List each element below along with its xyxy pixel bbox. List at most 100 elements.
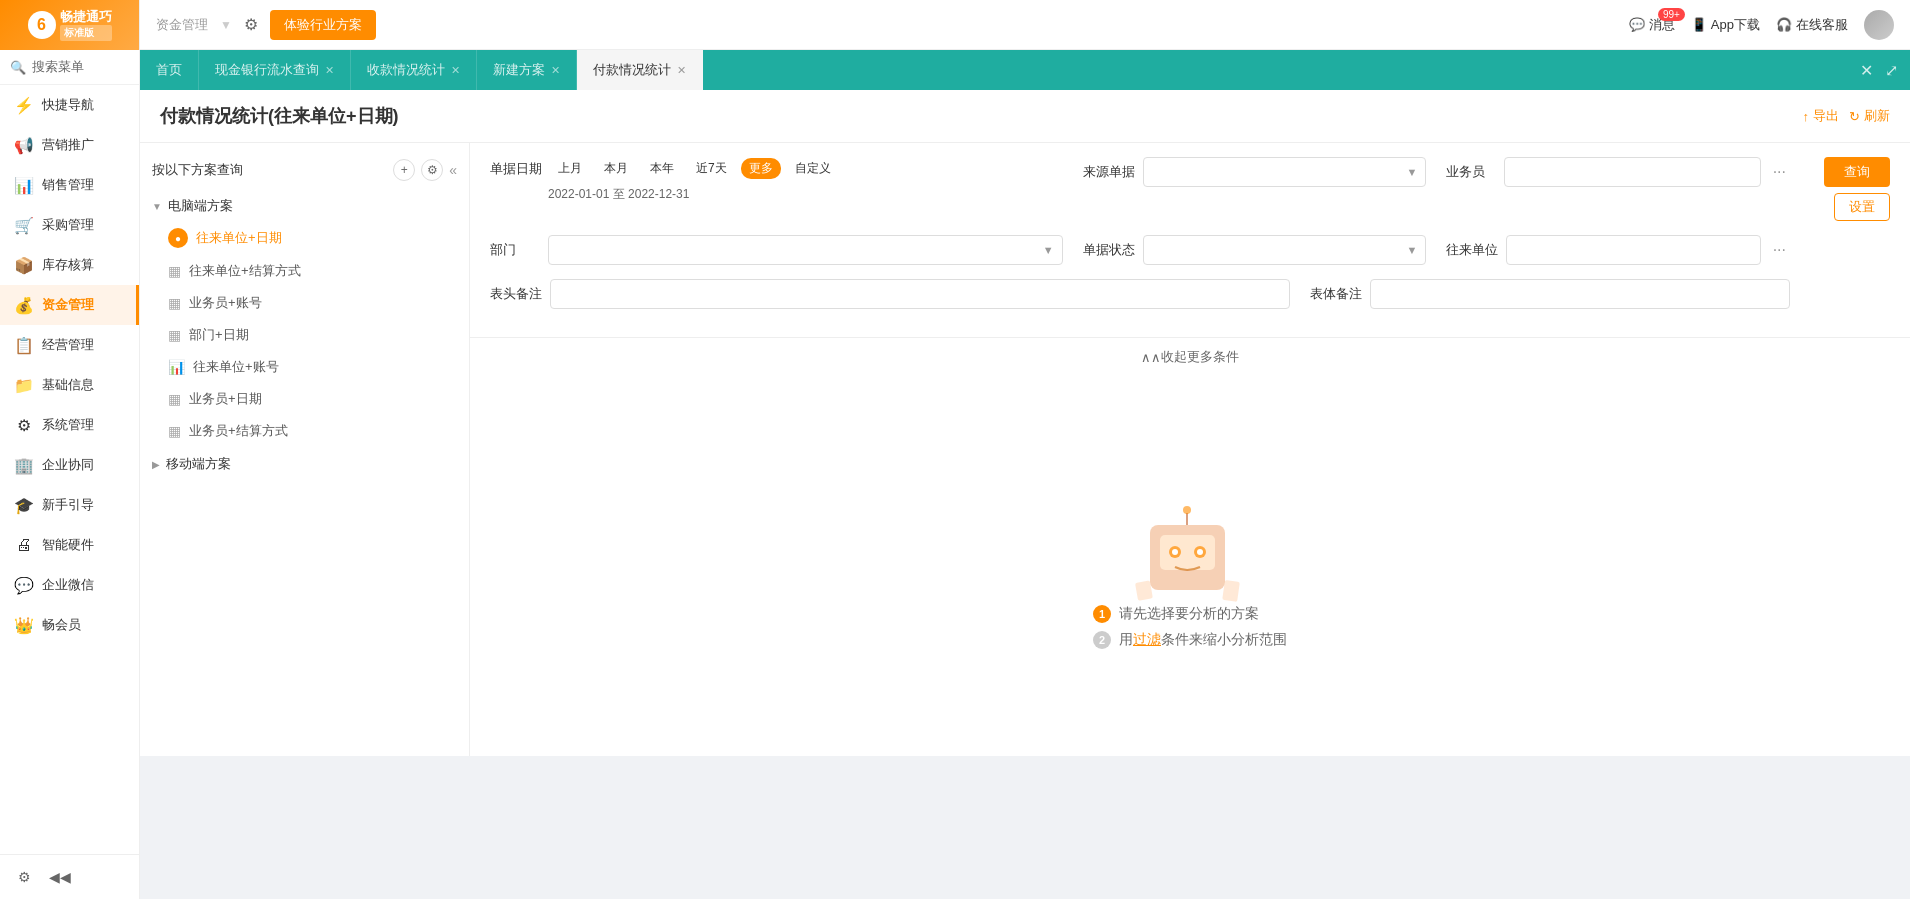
date-options-group: 上月 本月 本年 近7天 更多 自定义 [550, 157, 839, 180]
header-note-input[interactable] [550, 279, 1290, 309]
body-note-input[interactable] [1370, 279, 1790, 309]
scheme-add-btn[interactable]: + [393, 159, 415, 181]
tab-payment-stats[interactable]: 付款情况统计 ✕ [577, 50, 703, 90]
scheme-item-staff-date[interactable]: ▦ 业务员+日期 [140, 383, 469, 415]
bill-status-label: 单据状态 [1083, 241, 1135, 259]
date-btn-this-month[interactable]: 本月 [596, 157, 636, 180]
tab-close-all-icon[interactable]: ✕ [1856, 57, 1877, 84]
collapse-more-label: 收起更多条件 [1161, 348, 1239, 366]
quick-nav-icon: ⚡ [14, 95, 34, 115]
scheme-item-unit-settle[interactable]: ▦ 往来单位+结算方式 [140, 255, 469, 287]
sidebar-item-label: 企业微信 [42, 576, 94, 594]
chevron-right-icon: ▶ [152, 459, 160, 470]
scheme-collapse-btn[interactable]: « [449, 162, 457, 178]
staff-more-btn[interactable]: ··· [1769, 163, 1790, 181]
collapse-more-btn[interactable]: ∧∧ 收起更多条件 [470, 337, 1910, 376]
scheme-mobile-header[interactable]: ▶ 移动端方案 [140, 449, 469, 479]
filter-item-bill-status: 单据状态 ▼ [1083, 235, 1427, 265]
export-icon: ↑ [1803, 109, 1810, 124]
sidebar-item-operations[interactable]: 📋 经营管理 [0, 325, 139, 365]
scheme-item-dept-date-label: 部门+日期 [189, 326, 249, 344]
sidebar-item-wechat[interactable]: 💬 企业微信 [0, 565, 139, 605]
sidebar-settings-btn[interactable]: ⚙ [10, 863, 38, 891]
sidebar-item-guide[interactable]: 🎓 新手引导 [0, 485, 139, 525]
bill-status-select[interactable]: ▼ [1143, 235, 1427, 265]
notifications[interactable]: 💬 消息 99+ [1629, 16, 1675, 34]
marketing-icon: 📢 [14, 135, 34, 155]
refresh-btn[interactable]: ↻ 刷新 [1849, 107, 1890, 125]
basic-info-icon: 📁 [14, 375, 34, 395]
online-service[interactable]: 🎧 在线客服 [1776, 16, 1848, 34]
sidebar-item-member[interactable]: 👑 畅会员 [0, 605, 139, 645]
tabbar-actions: ✕ ⤢ [1848, 50, 1910, 90]
date-btn-more[interactable]: 更多 [741, 158, 781, 179]
date-range-text: 2022-01-01 至 2022-12-31 [548, 187, 689, 201]
filter-settings-btn[interactable]: 设置 [1834, 193, 1890, 221]
inventory-icon: 📦 [14, 255, 34, 275]
sidebar-item-sales[interactable]: 📊 销售管理 [0, 165, 139, 205]
avatar[interactable] [1864, 10, 1894, 40]
sidebar-item-system[interactable]: ⚙ 系统管理 [0, 405, 139, 445]
topbar-right: 💬 消息 99+ 📱 App下载 🎧 在线客服 [1629, 10, 1894, 40]
topbar-chevron-icon: ▼ [220, 18, 232, 32]
date-btn-7days[interactable]: 近7天 [688, 157, 735, 180]
topbar-settings-icon[interactable]: ⚙ [244, 15, 258, 34]
filter-item-staff: 业务员 ··· [1446, 157, 1790, 187]
date-btn-last-month[interactable]: 上月 [550, 157, 590, 180]
sidebar-item-inventory[interactable]: 📦 库存核算 [0, 245, 139, 285]
tab-receipt-stats[interactable]: 收款情况统计 ✕ [351, 50, 477, 90]
scheme-item-staff-account[interactable]: ▦ 业务员+账号 [140, 287, 469, 319]
scheme-item-dept-date[interactable]: ▦ 部门+日期 [140, 319, 469, 351]
filter-item-counter-unit: 往来单位 ··· [1446, 235, 1790, 265]
tab-new-scheme[interactable]: 新建方案 ✕ [477, 50, 577, 90]
export-btn[interactable]: ↑ 导出 [1803, 107, 1840, 125]
sidebar-item-quick-nav[interactable]: ⚡ 快捷导航 [0, 85, 139, 125]
scheme-desktop-header[interactable]: ▼ 电脑端方案 [140, 191, 469, 221]
counter-unit-more-btn[interactable]: ··· [1769, 241, 1790, 259]
tab-payment-stats-close-icon[interactable]: ✕ [677, 64, 686, 77]
header-note-label: 表头备注 [490, 285, 542, 303]
empty-robot-illustration [1125, 495, 1255, 605]
tab-receipt-stats-close-icon[interactable]: ✕ [451, 64, 460, 77]
app-download[interactable]: 📱 App下载 [1691, 16, 1760, 34]
tab-home[interactable]: 首页 [140, 50, 199, 90]
tab-expand-icon[interactable]: ⤢ [1881, 57, 1902, 84]
scheme-item-icon: ▦ [168, 423, 181, 439]
scheme-mobile-label: 移动端方案 [166, 455, 231, 473]
counter-unit-select[interactable] [1506, 235, 1760, 265]
sidebar-item-marketing[interactable]: 📢 营销推广 [0, 125, 139, 165]
tab-cash-flow[interactable]: 现金银行流水查询 ✕ [199, 50, 351, 90]
sidebar-item-label: 采购管理 [42, 216, 94, 234]
scheme-item-unit-date-label: 往来单位+日期 [196, 229, 282, 247]
scheme-item-unit-account[interactable]: 📊 往来单位+账号 [140, 351, 469, 383]
sidebar-item-smart-hw[interactable]: 🖨 智能硬件 [0, 525, 139, 565]
trial-btn[interactable]: 体验行业方案 [270, 10, 376, 40]
sidebar-item-label: 新手引导 [42, 496, 94, 514]
query-btn[interactable]: 查询 [1824, 157, 1890, 187]
content-area: 付款情况统计(往来单位+日期) ↑ 导出 ↻ 刷新 按以下方案查询 [140, 90, 1910, 899]
staff-select[interactable] [1504, 157, 1760, 187]
scheme-panel-actions: + ⚙ « [393, 159, 457, 181]
sidebar-item-label: 快捷导航 [42, 96, 94, 114]
search-menu[interactable]: 🔍 搜索菜单 [0, 50, 139, 85]
sidebar-item-purchase[interactable]: 🛒 采购管理 [0, 205, 139, 245]
sidebar-item-basic-info[interactable]: 📁 基础信息 [0, 365, 139, 405]
tab-new-scheme-close-icon[interactable]: ✕ [551, 64, 560, 77]
sidebar-collapse-btn[interactable]: ◀◀ [46, 863, 74, 891]
filter-link[interactable]: 过滤 [1133, 631, 1161, 647]
date-btn-custom[interactable]: 自定义 [787, 157, 839, 180]
refresh-label: 刷新 [1864, 107, 1890, 125]
date-btn-this-year[interactable]: 本年 [642, 157, 682, 180]
scheme-item-unit-date[interactable]: ● 往来单位+日期 [140, 221, 469, 255]
scheme-item-staff-settle[interactable]: ▦ 业务员+结算方式 [140, 415, 469, 447]
guide-icon: 🎓 [14, 495, 34, 515]
scheme-settings-btn[interactable]: ⚙ [421, 159, 443, 181]
sidebar-item-finance[interactable]: 💰 资金管理 [0, 285, 139, 325]
export-label: 导出 [1813, 107, 1839, 125]
source-select[interactable]: ▼ [1143, 157, 1427, 187]
sidebar: 6 畅捷通巧 标准版 🔍 搜索菜单 ⚡ 快捷导航 📢 营销推广 📊 销售管理 🛒… [0, 0, 140, 899]
tab-cash-flow-close-icon[interactable]: ✕ [325, 64, 334, 77]
dept-select[interactable]: ▼ [548, 235, 1063, 265]
sidebar-item-enterprise[interactable]: 🏢 企业协同 [0, 445, 139, 485]
sales-icon: 📊 [14, 175, 34, 195]
